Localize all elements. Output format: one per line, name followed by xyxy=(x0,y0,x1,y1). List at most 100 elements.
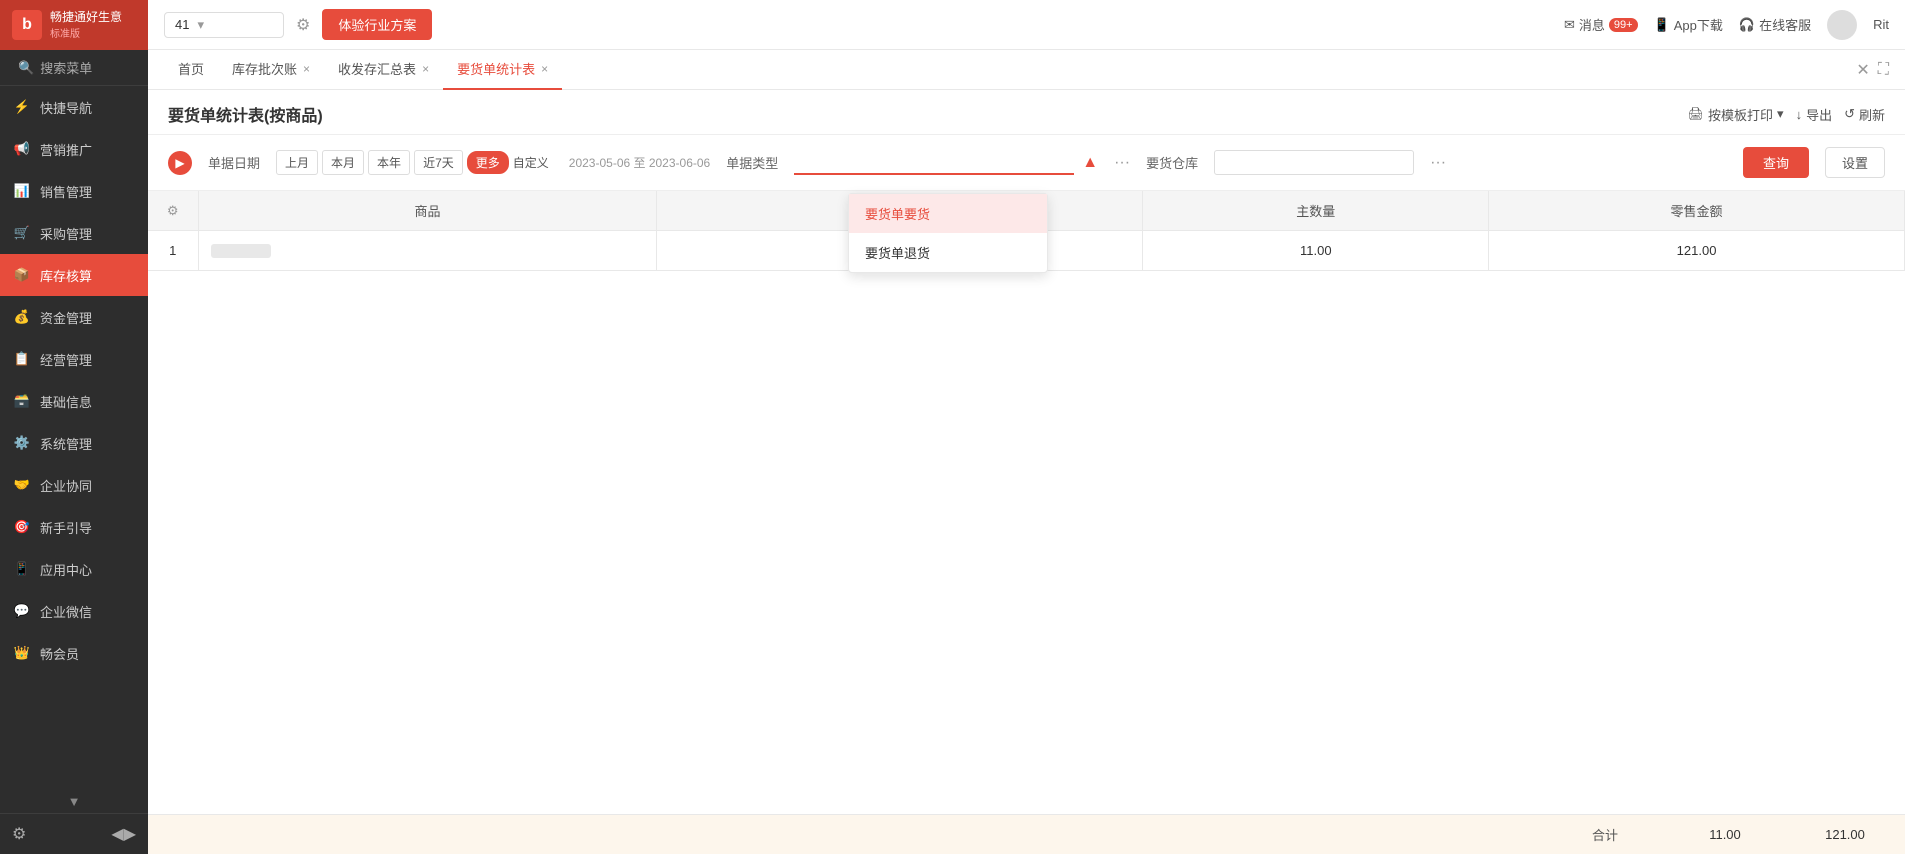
tab-close-inventory-batch[interactable]: × xyxy=(303,62,310,76)
sidebar-search[interactable]: 🔍 搜索菜单 xyxy=(0,50,148,86)
message-btn[interactable]: ✉ 消息 99+ xyxy=(1564,15,1638,34)
phone-icon: 📱 xyxy=(1654,17,1670,33)
nav-icon-system: ⚙️ xyxy=(12,433,32,453)
sidebar-item-enterprise[interactable]: 🤝 企业协同 xyxy=(0,464,148,506)
row-amount: 121.00 xyxy=(1489,231,1905,271)
product-cell xyxy=(211,244,645,258)
date-btn-last-month[interactable]: 上月 xyxy=(276,150,318,175)
tab-home[interactable]: 首页 xyxy=(164,50,218,90)
type-input[interactable] xyxy=(794,150,1074,175)
footer-qty-value: 11.00 xyxy=(1665,827,1785,842)
row-product xyxy=(198,231,657,271)
type-dropdown-arrow-icon[interactable]: ▲ xyxy=(1082,154,1098,172)
sidebar-item-operations[interactable]: 📋 经营管理 xyxy=(0,338,148,380)
online-service-btn[interactable]: 🎧 在线客服 xyxy=(1739,15,1811,34)
app-download-btn[interactable]: 📱 App下载 xyxy=(1654,15,1723,34)
logo-icon: b xyxy=(12,10,42,40)
filter-row: ▶ 单据日期 上月 本月 本年 近7天 更多 自定义 2023-05-06 至 … xyxy=(168,147,1885,178)
query-btn[interactable]: 查询 xyxy=(1743,147,1809,178)
type-label: 单据类型 xyxy=(726,153,778,172)
topbar-right: ✉ 消息 99+ 📱 App下载 🎧 在线客服 Rit xyxy=(1564,10,1889,40)
sidebar-item-guide[interactable]: 🎯 新手引导 xyxy=(0,506,148,548)
date-btn-this-month[interactable]: 本月 xyxy=(322,150,364,175)
nav-icon-appstore: 📱 xyxy=(12,559,32,579)
row-no: 1 xyxy=(148,231,198,271)
nav-icon-basic: 🗃️ xyxy=(12,391,32,411)
main-area: 41 ▾ ⚙ 体验行业方案 ✉ 消息 99+ 📱 App下载 🎧 在线客服 Ri… xyxy=(148,0,1905,854)
table-footer: 合计11.00121.00 xyxy=(148,814,1905,854)
table-area: ⚙ 商品 主计量单位 主数量 零售金额 1 xyxy=(148,191,1905,814)
date-custom-link[interactable]: 自定义 xyxy=(513,154,549,171)
filter-more-btn[interactable]: ··· xyxy=(1114,154,1130,172)
refresh-icon: ↺ xyxy=(1844,106,1855,122)
logo: b 畅捷通好生意 标准版 xyxy=(0,0,148,50)
nav-icon-wechat: 💬 xyxy=(12,601,32,621)
tabs-end: ✕ ⛶ xyxy=(1856,60,1889,80)
topbar-gear-icon[interactable]: ⚙ xyxy=(296,15,310,35)
print-icon: 🖨 xyxy=(1688,106,1705,122)
tab-close-recv-summary[interactable]: × xyxy=(422,62,429,76)
sidebar-item-finance[interactable]: 💰 资金管理 xyxy=(0,296,148,338)
warehouse-label: 要货仓库 xyxy=(1146,153,1198,172)
th-amount: 零售金额 xyxy=(1489,191,1905,231)
sidebar-item-quick-nav[interactable]: ⚡ 快捷导航 xyxy=(0,86,148,128)
sidebar-item-appstore[interactable]: 📱 应用中心 xyxy=(0,548,148,590)
th-qty: 主数量 xyxy=(1143,191,1489,231)
nav-icon-guide: 🎯 xyxy=(12,517,32,537)
sidebar-item-member[interactable]: 👑 畅会员 xyxy=(0,632,148,674)
sidebar-item-system[interactable]: ⚙️ 系统管理 xyxy=(0,422,148,464)
tab-order-stats[interactable]: 要货单统计表 × xyxy=(443,50,562,90)
user-avatar[interactable] xyxy=(1827,10,1857,40)
sidebar-item-inventory[interactable]: 📦 库存核算 xyxy=(0,254,148,296)
sidebar-item-sales[interactable]: 📊 销售管理 xyxy=(0,170,148,212)
sidebar-scroll-down[interactable]: ▼ xyxy=(0,790,148,813)
warehouse-input[interactable] xyxy=(1214,150,1414,175)
filter-type-wrap: ▲ xyxy=(794,150,1098,175)
sidebar-nav: ⚡ 快捷导航 📢 营销推广 📊 销售管理 🛒 采购管理 📦 库存核算 💰 资金管… xyxy=(0,86,148,790)
service-icon: 🎧 xyxy=(1739,17,1755,33)
warehouse-more-btn[interactable]: ··· xyxy=(1430,154,1446,172)
row-qty: 11.00 xyxy=(1143,231,1489,271)
dropdown-item-order-return[interactable]: 要货单退货 xyxy=(849,233,1047,272)
tab-close-order-stats[interactable]: × xyxy=(541,62,548,76)
date-label: 单据日期 xyxy=(208,153,260,172)
tab-inventory-batch[interactable]: 库存批次账 × xyxy=(218,50,324,90)
sidebar: b 畅捷通好生意 标准版 🔍 搜索菜单 ⚡ 快捷导航 📢 营销推广 📊 销售管理… xyxy=(0,0,148,854)
filter-expand-btn[interactable]: ▶ xyxy=(168,151,192,175)
sidebar-item-basic[interactable]: 🗃️ 基础信息 xyxy=(0,380,148,422)
date-range: 2023-05-06 至 2023-06-06 xyxy=(569,154,710,171)
nav-icon-quick: ⚡ xyxy=(12,97,32,117)
industry-btn[interactable]: 体验行业方案 xyxy=(322,9,432,40)
nav-icon-marketing: 📢 xyxy=(12,139,32,159)
footer-sum-label: 合计 xyxy=(1545,825,1665,844)
date-btn-last-7days[interactable]: 近7天 xyxy=(414,150,463,175)
date-btn-this-year[interactable]: 本年 xyxy=(368,150,410,175)
sidebar-collapse-icon[interactable]: ◀▶ xyxy=(111,824,136,844)
search-icon: 🔍 xyxy=(18,60,34,76)
export-btn[interactable]: ↓ 导出 xyxy=(1796,105,1833,124)
nav-icon-member: 👑 xyxy=(12,643,32,663)
tab-close-all-icon[interactable]: ✕ xyxy=(1856,60,1869,80)
logo-text: 畅捷通好生意 标准版 xyxy=(50,10,122,41)
sidebar-item-purchase[interactable]: 🛒 采购管理 xyxy=(0,212,148,254)
tab-expand-icon[interactable]: ⛶ xyxy=(1878,61,1889,79)
company-selector[interactable]: 41 ▾ xyxy=(164,12,284,38)
date-btn-more[interactable]: 更多 xyxy=(467,151,509,174)
nav-icon-sales: 📊 xyxy=(12,181,32,201)
sidebar-settings-icon[interactable]: ⚙ xyxy=(12,824,26,844)
nav-icon-purchase: 🛒 xyxy=(12,223,32,243)
refresh-btn[interactable]: ↺ 刷新 xyxy=(1844,105,1885,124)
th-settings[interactable]: ⚙ xyxy=(148,191,198,231)
table-settings-icon[interactable]: ⚙ xyxy=(167,203,179,218)
sidebar-item-marketing[interactable]: 📢 营销推广 xyxy=(0,128,148,170)
nav-icon-finance: 💰 xyxy=(12,307,32,327)
topbar-left: 41 ▾ ⚙ 体验行业方案 xyxy=(164,9,432,40)
nav-icon-enterprise: 🤝 xyxy=(12,475,32,495)
dropdown-item-order-goods[interactable]: 要货单要货 xyxy=(849,194,1047,233)
tab-recv-summary[interactable]: 收发存汇总表 × xyxy=(324,50,443,90)
print-btn[interactable]: 🖨 按模板打印 ▾ xyxy=(1688,105,1784,124)
type-dropdown-menu: 要货单要货 要货单退货 xyxy=(848,193,1048,273)
sidebar-item-wechat[interactable]: 💬 企业微信 xyxy=(0,590,148,632)
topbar: 41 ▾ ⚙ 体验行业方案 ✉ 消息 99+ 📱 App下载 🎧 在线客服 Ri… xyxy=(148,0,1905,50)
settings-btn[interactable]: 设置 xyxy=(1825,147,1885,178)
